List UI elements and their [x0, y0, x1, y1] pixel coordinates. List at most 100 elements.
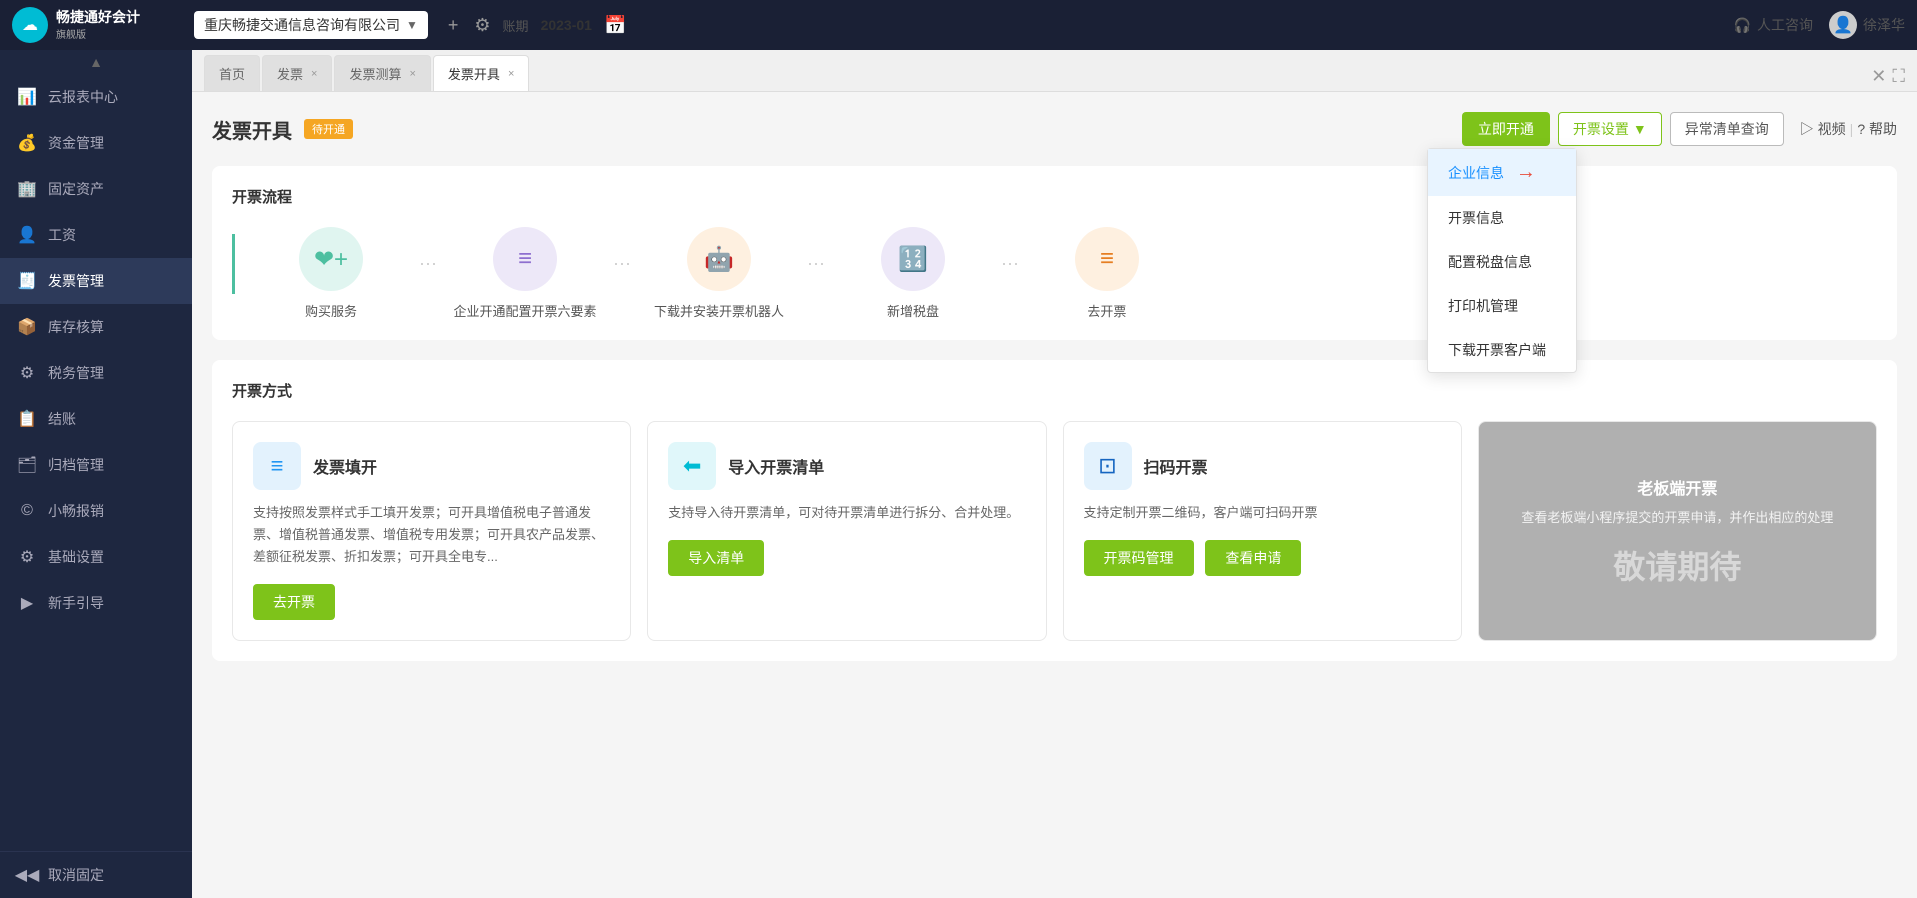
methods-grid: ≡ 发票填开 支持按照发票样式手工填开发票；可开具增值税电子普通发票、增值税普通…: [232, 421, 1877, 641]
avatar: 👤: [1829, 11, 1857, 39]
method-btn-manual[interactable]: 去开票: [253, 584, 335, 620]
method-title-scan: 扫码开票: [1144, 454, 1208, 478]
consult-label: 人工咨询: [1757, 15, 1813, 35]
flow-arrow-4: ···: [1001, 253, 1019, 274]
method-card-manual: ≡ 发票填开 支持按照发票样式手工填开发票；可开具增值税电子普通发票、增值税普通…: [232, 421, 631, 641]
methods-section-title: 开票方式: [232, 380, 1877, 401]
page-content: 发票开具 待开通 立即开通 开票设置 ▼ 异常清单查询 ▷ 视频: [192, 92, 1917, 898]
sidebar-label-guide: 新手引导: [48, 593, 104, 613]
sidebar-item-assets[interactable]: 🏢 固定资产: [0, 166, 192, 212]
method-card-boss: 老板端开票 查看老板端小程序提交的开票申请，并作出相应的处理 敬请期待: [1478, 421, 1877, 641]
settings-button[interactable]: ⚙: [474, 15, 490, 36]
flow-arrow-3: ···: [807, 253, 825, 274]
header-actions: 立即开通 开票设置 ▼ 异常清单查询 ▷ 视频 |: [1462, 112, 1897, 146]
flow-icon-2: ≡: [493, 227, 557, 291]
method-title-manual: 发票填开: [313, 454, 377, 478]
method-header-import: ⬅ 导入开票清单: [668, 442, 1025, 490]
sidebar-item-guide[interactable]: ▶ 新手引导: [0, 580, 192, 626]
base-settings-icon: ⚙: [16, 546, 38, 568]
video-button[interactable]: ▷ 视频: [1800, 119, 1846, 139]
tab-invoice-list[interactable]: 发票 ×: [262, 55, 332, 91]
sidebar: ▲ 📊 云报表中心 💰 资金管理 🏢 固定资产 👤 工资 🧾 发票管理: [0, 50, 192, 898]
main-area: ▲ 📊 云报表中心 💰 资金管理 🏢 固定资产 👤 工资 🧾 发票管理: [0, 50, 1917, 898]
logo-sub: 旗舰版: [56, 26, 140, 41]
activate-button[interactable]: 立即开通: [1462, 112, 1550, 146]
help-button[interactable]: ? 帮助: [1857, 119, 1897, 139]
sidebar-label-inventory: 库存核算: [48, 317, 104, 337]
period-label: 账期: [503, 16, 529, 35]
sidebar-scroll-up[interactable]: ▲: [0, 50, 192, 74]
method-card-import: ⬅ 导入开票清单 支持导入待开票清单，可对待开票清单进行拆分、合并处理。 导入清…: [647, 421, 1046, 641]
dropdown-item-download-client[interactable]: 下载开票客户端: [1428, 328, 1576, 372]
anomaly-list-button[interactable]: 异常清单查询: [1670, 112, 1784, 146]
method-desc-import: 支持导入待开票清单，可对待开票清单进行拆分、合并处理。: [668, 502, 1025, 524]
cloud-report-icon: 📊: [16, 86, 38, 108]
tab-invoice-open[interactable]: 发票开具 ×: [433, 55, 529, 91]
sidebar-item-inventory[interactable]: 📦 库存核算: [0, 304, 192, 350]
dropdown-item-invoice-info[interactable]: 开票信息: [1428, 196, 1576, 240]
sidebar-item-report[interactable]: © 小畅报销: [0, 488, 192, 534]
method-card-scan: ⊡ 扫码开票 支持定制开票二维码，客户端可扫码开票 开票码管理 查看申请: [1063, 421, 1462, 641]
tax-icon: ⚙: [16, 362, 38, 384]
dropdown-menu: 企业信息 → 开票信息 配置税盘信息 打印机管理 下载开票客户端: [1427, 148, 1577, 373]
sidebar-item-funds[interactable]: 💰 资金管理: [0, 120, 192, 166]
invoice-settings-button[interactable]: 开票设置 ▼: [1558, 112, 1662, 146]
sidebar-item-cancel-pin[interactable]: ◀◀ 取消固定: [0, 852, 192, 898]
company-selector[interactable]: 重庆畅捷交通信息咨询有限公司 ▼: [194, 11, 428, 39]
top-actions: + ⚙: [448, 15, 491, 36]
flow-arrow-2: ···: [613, 253, 631, 274]
user-name: 徐泽华: [1863, 15, 1905, 35]
method-btn-scan-view[interactable]: 查看申请: [1205, 540, 1301, 576]
method-title-boss: 老板端开票: [1637, 475, 1717, 499]
app-container: ☁ 畅捷通好会计 旗舰版 重庆畅捷交通信息咨询有限公司 ▼ + ⚙ 账期 202…: [0, 0, 1917, 898]
flow-label-2: 企业开通配置开票六要素: [453, 301, 596, 320]
consult-button[interactable]: 🎧 人工咨询: [1734, 15, 1813, 35]
dropdown-item-printer[interactable]: 打印机管理: [1428, 284, 1576, 328]
dropdown-item-tax-disk[interactable]: 配置税盘信息: [1428, 240, 1576, 284]
invoice-settings-label: 开票设置: [1573, 119, 1629, 139]
tab-invoice-calc-label: 发票测算: [349, 64, 401, 83]
tab-invoice-list-label: 发票: [277, 64, 303, 83]
method-desc-manual: 支持按照发票样式手工填开发票；可开具增值税电子普通发票、增值税普通发票、增值税专…: [253, 502, 610, 568]
invoice-icon: 🧾: [16, 270, 38, 292]
dropdown-item-company-info[interactable]: 企业信息 →: [1428, 149, 1576, 196]
add-button[interactable]: +: [448, 15, 459, 36]
headset-icon: 🎧: [1734, 17, 1751, 34]
method-desc-boss: 查看老板端小程序提交的开票申请，并作出相应的处理: [1521, 507, 1833, 526]
flow-step-5: ≡ 去开票: [1027, 227, 1187, 320]
method-btn-scan-manage[interactable]: 开票码管理: [1084, 540, 1194, 576]
user-info[interactable]: 👤 徐泽华: [1829, 11, 1905, 39]
tab-invoice-calc-close[interactable]: ×: [409, 68, 415, 80]
expand-button[interactable]: ⛶: [1892, 66, 1905, 87]
method-btn-import[interactable]: 导入清单: [668, 540, 764, 576]
sidebar-item-tax[interactable]: ⚙ 税务管理: [0, 350, 192, 396]
calendar-button[interactable]: 📅: [604, 15, 626, 36]
sidebar-item-cloud-report[interactable]: 📊 云报表中心: [0, 74, 192, 120]
tab-invoice-calc[interactable]: 发票测算 ×: [334, 55, 430, 91]
guide-icon: ▶: [16, 592, 38, 614]
sidebar-item-base-settings[interactable]: ⚙ 基础设置: [0, 534, 192, 580]
sidebar-label-assets: 固定资产: [48, 179, 104, 199]
tab-invoice-open-label: 发票开具: [448, 64, 500, 83]
flow-label-5: 去开票: [1087, 301, 1126, 320]
close-tab-button[interactable]: ✕: [1871, 66, 1886, 87]
tab-invoice-open-close[interactable]: ×: [508, 68, 514, 80]
flow-step-3: 🤖 下载并安装开票机器人: [639, 227, 799, 320]
sidebar-item-archive[interactable]: 🗂 归档管理: [0, 442, 192, 488]
flow-section: 开票流程 ❤+ 购买服务 ··· ≡: [212, 166, 1897, 340]
sidebar-item-invoice[interactable]: 🧾 发票管理: [0, 258, 192, 304]
sidebar-item-salary[interactable]: 👤 工资: [0, 212, 192, 258]
funds-icon: 💰: [16, 132, 38, 154]
play-icon: ▷: [1800, 121, 1814, 137]
sidebar-label-base-settings: 基础设置: [48, 547, 104, 567]
assets-icon: 🏢: [16, 178, 38, 200]
tab-invoice-list-close[interactable]: ×: [311, 68, 317, 80]
dropdown-label-printer: 打印机管理: [1448, 298, 1518, 314]
sidebar-label-invoice: 发票管理: [48, 271, 104, 291]
flow-steps: ❤+ 购买服务 ··· ≡ 企业开通配置开票六要素 ···: [232, 227, 1877, 320]
content-area: 首页 发票 × 发票测算 × 发票开具 × ✕ ⛶: [192, 50, 1917, 898]
sidebar-item-checkout[interactable]: 📋 结账: [0, 396, 192, 442]
dropdown-label-invoice-info: 开票信息: [1448, 210, 1504, 226]
company-name: 重庆畅捷交通信息咨询有限公司: [204, 15, 400, 35]
tab-home[interactable]: 首页: [204, 55, 260, 91]
